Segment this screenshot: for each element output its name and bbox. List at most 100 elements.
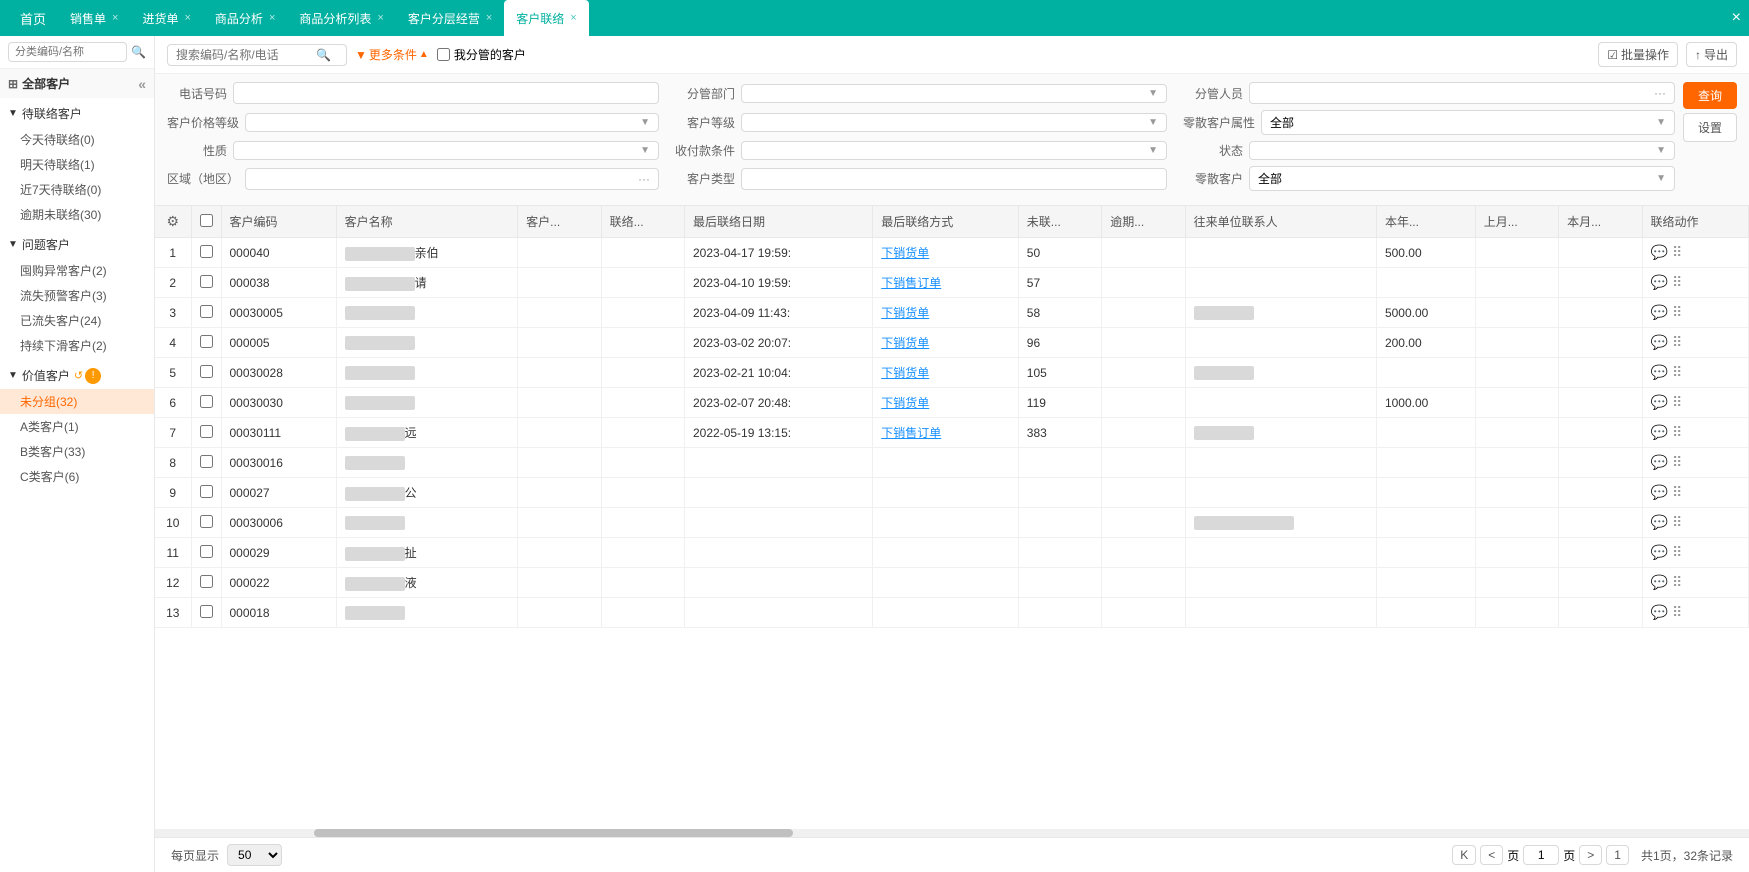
- nav-tab-sales[interactable]: 销售单 ×: [58, 0, 130, 36]
- sidebar-item-churn-warning[interactable]: 流失预警客户(3): [0, 283, 154, 308]
- contact-way-link[interactable]: 下销货单: [881, 336, 929, 350]
- more-icon[interactable]: ⠿: [1672, 574, 1682, 591]
- waiting-contact-header[interactable]: ▼ 待联络客户: [0, 100, 154, 127]
- sidebar-item-ungrouped[interactable]: 未分组(32): [0, 389, 154, 414]
- message-icon[interactable]: 💬: [1651, 334, 1668, 351]
- nature-select[interactable]: ▼: [233, 141, 659, 160]
- page-size-select[interactable]: 50 100 200: [227, 844, 282, 866]
- contact-way-link[interactable]: 下销货单: [881, 306, 929, 320]
- more-icon[interactable]: ⠿: [1672, 394, 1682, 411]
- row-checkbox[interactable]: [200, 485, 213, 498]
- nav-tab-purchase[interactable]: 进货单 ×: [130, 0, 202, 36]
- page-input[interactable]: [1523, 845, 1559, 865]
- row-checkbox[interactable]: [200, 545, 213, 558]
- row-checkbox[interactable]: [200, 515, 213, 528]
- close-product-list-tab[interactable]: ×: [377, 12, 383, 24]
- message-icon[interactable]: 💬: [1651, 604, 1668, 621]
- status-select[interactable]: ▼: [1249, 141, 1675, 160]
- last-page-btn[interactable]: 1: [1606, 845, 1629, 865]
- close-purchase-tab[interactable]: ×: [184, 12, 190, 24]
- settings-icon[interactable]: ⚙: [166, 213, 179, 229]
- first-page-btn[interactable]: K: [1452, 845, 1476, 865]
- message-icon[interactable]: 💬: [1651, 244, 1668, 261]
- value-customers-header[interactable]: ▼ 价值客户 ↺ !: [0, 362, 154, 389]
- contact-way-link[interactable]: 下销货单: [881, 246, 929, 260]
- row-checkbox[interactable]: [200, 365, 213, 378]
- cust-type-input[interactable]: [741, 168, 1167, 190]
- row-checkbox[interactable]: [200, 275, 213, 288]
- more-icon[interactable]: ⠿: [1672, 604, 1682, 621]
- more-icon[interactable]: ⠿: [1672, 334, 1682, 351]
- my-customers-checkbox[interactable]: [437, 48, 450, 61]
- refresh-icon[interactable]: ↺: [74, 369, 83, 382]
- message-icon[interactable]: 💬: [1651, 274, 1668, 291]
- phone-input[interactable]: [233, 82, 659, 104]
- sidebar-item-overdue[interactable]: 逾期未联络(30): [0, 202, 154, 227]
- more-icon[interactable]: ⠿: [1672, 304, 1682, 321]
- more-icon[interactable]: ⠿: [1672, 244, 1682, 261]
- message-icon[interactable]: 💬: [1651, 574, 1668, 591]
- search-input[interactable]: [176, 48, 316, 62]
- problem-customers-header[interactable]: ▼ 问题客户: [0, 231, 154, 258]
- sidebar-search-input[interactable]: [8, 42, 127, 62]
- close-sales-tab[interactable]: ×: [112, 12, 118, 24]
- message-icon[interactable]: 💬: [1651, 544, 1668, 561]
- nav-tab-product-list[interactable]: 商品分析列表 ×: [287, 0, 395, 36]
- more-icon[interactable]: ⠿: [1672, 364, 1682, 381]
- next-page-btn[interactable]: >: [1579, 845, 1602, 865]
- contact-way-link[interactable]: 下销货单: [881, 396, 929, 410]
- message-icon[interactable]: 💬: [1651, 364, 1668, 381]
- select-all-checkbox[interactable]: [200, 214, 213, 227]
- sidebar-item-declining[interactable]: 持续下滑客户(2): [0, 333, 154, 358]
- close-customer-mgmt-tab[interactable]: ×: [486, 12, 492, 24]
- sidebar-all-customers[interactable]: ⊞ 全部客户 «: [0, 69, 154, 98]
- contact-way-link[interactable]: 下销售订单: [881, 276, 941, 290]
- more-icon[interactable]: ⠿: [1672, 274, 1682, 291]
- message-icon[interactable]: 💬: [1651, 304, 1668, 321]
- more-icon[interactable]: ⠿: [1672, 484, 1682, 501]
- region-input[interactable]: ···: [245, 168, 659, 190]
- row-checkbox[interactable]: [200, 245, 213, 258]
- nav-tab-customer-contact[interactable]: 客户联络 ×: [504, 0, 588, 36]
- nav-tab-customer-mgmt[interactable]: 客户分层经营 ×: [396, 0, 504, 36]
- sidebar-item-class-c[interactable]: C类客户(6): [0, 464, 154, 489]
- more-icon[interactable]: ⠿: [1672, 514, 1682, 531]
- search-icon[interactable]: 🔍: [316, 48, 331, 62]
- sidebar-item-class-b[interactable]: B类客户(33): [0, 439, 154, 464]
- contact-way-link[interactable]: 下销售订单: [881, 426, 941, 440]
- row-checkbox[interactable]: [200, 335, 213, 348]
- row-checkbox[interactable]: [200, 305, 213, 318]
- retail-attr-select[interactable]: 全部 ▼: [1261, 110, 1675, 135]
- more-conditions-btn[interactable]: ▼ 更多条件 ▲: [355, 46, 429, 63]
- sidebar-item-churned[interactable]: 已流失客户(24): [0, 308, 154, 333]
- more-icon[interactable]: ⠿: [1672, 454, 1682, 471]
- dept-select[interactable]: ▼: [741, 84, 1167, 103]
- row-checkbox[interactable]: [200, 605, 213, 618]
- message-icon[interactable]: 💬: [1651, 394, 1668, 411]
- cust-grade-select[interactable]: ▼: [741, 113, 1167, 132]
- more-icon[interactable]: ⠿: [1672, 424, 1682, 441]
- retail-select[interactable]: 全部 ▼: [1249, 166, 1675, 191]
- sidebar-item-abnormal[interactable]: 囤购异常客户(2): [0, 258, 154, 283]
- sidebar-search-icon[interactable]: 🔍: [131, 45, 146, 59]
- row-checkbox[interactable]: [200, 575, 213, 588]
- price-grade-select[interactable]: ▼: [245, 113, 659, 132]
- reset-btn[interactable]: 设置: [1683, 113, 1737, 142]
- collapse-sidebar-btn[interactable]: «: [138, 76, 146, 92]
- message-icon[interactable]: 💬: [1651, 424, 1668, 441]
- nav-tab-product-analysis[interactable]: 商品分析 ×: [203, 0, 287, 36]
- export-btn[interactable]: ↑ 导出: [1686, 42, 1737, 67]
- sidebar-item-today[interactable]: 今天待联络(0): [0, 127, 154, 152]
- close-all-btn[interactable]: ×: [1732, 9, 1741, 27]
- message-icon[interactable]: 💬: [1651, 514, 1668, 531]
- batch-op-btn[interactable]: ☑ 批量操作: [1598, 42, 1678, 67]
- sidebar-item-class-a[interactable]: A类客户(1): [0, 414, 154, 439]
- message-icon[interactable]: 💬: [1651, 454, 1668, 471]
- manager-input[interactable]: ···: [1249, 82, 1675, 104]
- prev-page-btn[interactable]: <: [1480, 845, 1503, 865]
- nav-home[interactable]: 首页: [8, 0, 58, 36]
- sidebar-item-7days[interactable]: 近7天待联络(0): [0, 177, 154, 202]
- message-icon[interactable]: 💬: [1651, 484, 1668, 501]
- row-checkbox[interactable]: [200, 395, 213, 408]
- contact-way-link[interactable]: 下销货单: [881, 366, 929, 380]
